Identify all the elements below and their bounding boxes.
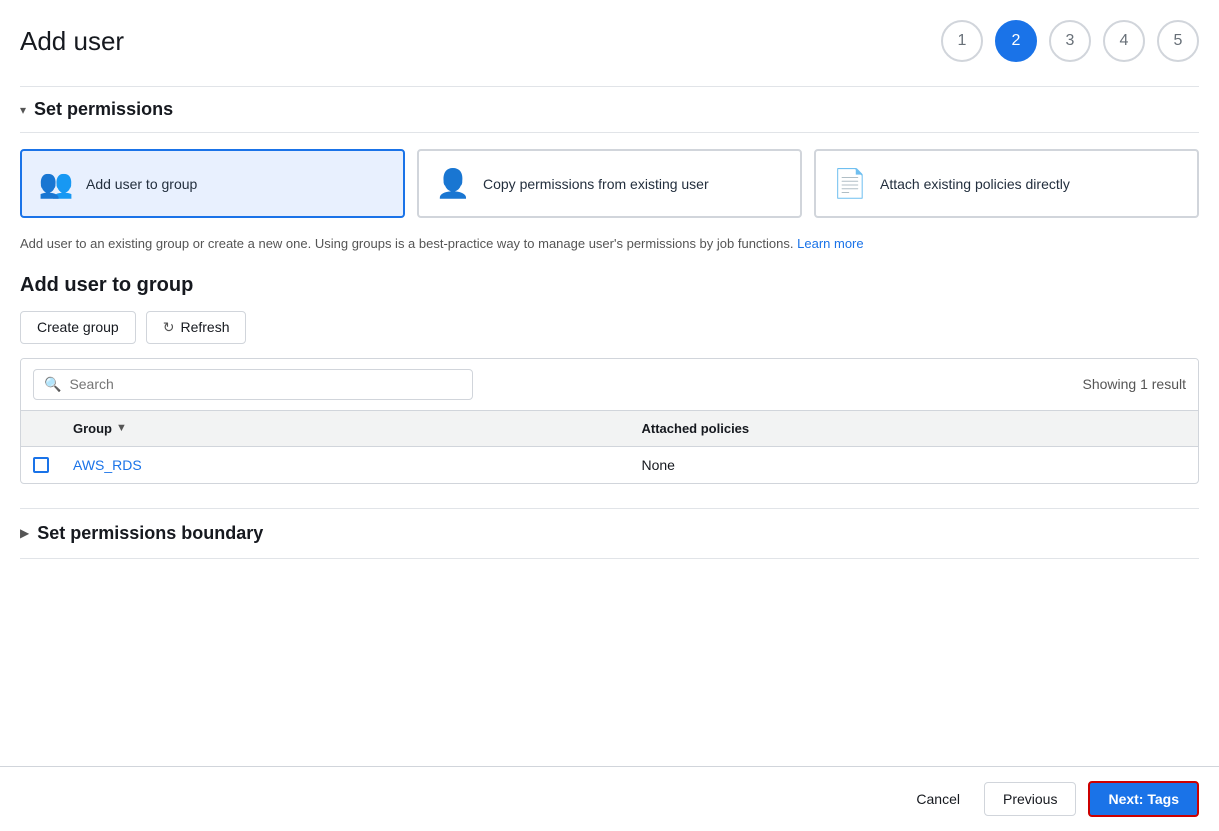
footer-bar: Cancel Previous Next: Tags (0, 766, 1219, 831)
search-input-wrapper[interactable]: 🔍 (33, 369, 473, 400)
table-header: Group ▼ Attached policies (21, 411, 1198, 447)
step-3[interactable]: 3 (1049, 20, 1091, 62)
th-group[interactable]: Group ▼ (61, 411, 630, 446)
search-input[interactable] (69, 376, 462, 392)
step-indicators: 1 2 3 4 5 (941, 20, 1199, 62)
th-attached-policies: Attached policies (630, 411, 1199, 446)
add-to-group-card[interactable]: 👥 Add user to group (20, 149, 405, 218)
td-attached-policies-value: None (630, 447, 1199, 483)
row-checkbox[interactable] (33, 457, 49, 473)
groups-table-container: 🔍 Showing 1 result Group ▼ Attached poli… (20, 358, 1199, 484)
attach-policies-card[interactable]: 📄 Attach existing policies directly (814, 149, 1199, 218)
set-permissions-section-header[interactable]: ▾ Set permissions (20, 86, 1199, 133)
copy-permissions-label: Copy permissions from existing user (483, 176, 709, 192)
attach-policies-icon: 📄 (832, 167, 868, 200)
boundary-chevron: ▶ (20, 526, 29, 540)
info-text: Add user to an existing group or create … (20, 234, 1199, 254)
group-link[interactable]: AWS_RDS (73, 457, 142, 473)
td-group-name: AWS_RDS (61, 447, 630, 483)
permission-options: 👥 Add user to group 👤 Copy permissions f… (20, 149, 1199, 218)
step-1[interactable]: 1 (941, 20, 983, 62)
attach-policies-label: Attach existing policies directly (880, 176, 1070, 192)
cancel-button[interactable]: Cancel (904, 783, 972, 815)
th-checkbox (21, 411, 61, 446)
refresh-button[interactable]: ↻ Refresh (146, 311, 247, 344)
step-2[interactable]: 2 (995, 20, 1037, 62)
learn-more-link[interactable]: Learn more (797, 236, 863, 251)
step-4[interactable]: 4 (1103, 20, 1145, 62)
copy-permissions-icon: 👤 (435, 167, 471, 200)
add-to-group-label: Add user to group (86, 176, 197, 192)
add-user-to-group-title: Add user to group (20, 274, 1199, 297)
td-checkbox-cell[interactable] (21, 447, 61, 483)
search-icon: 🔍 (44, 376, 61, 393)
next-button[interactable]: Next: Tags (1088, 781, 1199, 817)
group-sort-icon: ▼ (116, 422, 127, 434)
search-bar: 🔍 Showing 1 result (21, 359, 1198, 411)
set-permissions-chevron: ▾ (20, 103, 26, 117)
result-count: Showing 1 result (1082, 376, 1186, 392)
set-permissions-title: Set permissions (34, 99, 173, 120)
set-permissions-boundary-title: Set permissions boundary (37, 523, 263, 544)
step-5[interactable]: 5 (1157, 20, 1199, 62)
set-permissions-boundary-header[interactable]: ▶ Set permissions boundary (20, 508, 1199, 559)
page-title: Add user (20, 26, 124, 57)
previous-button[interactable]: Previous (984, 782, 1076, 816)
copy-permissions-card[interactable]: 👤 Copy permissions from existing user (417, 149, 802, 218)
action-buttons: Create group ↻ Refresh (20, 311, 1199, 344)
table-row: AWS_RDS None (21, 447, 1198, 483)
create-group-button[interactable]: Create group (20, 311, 136, 344)
refresh-icon: ↻ (163, 319, 175, 336)
add-to-group-icon: 👥 (38, 167, 74, 200)
